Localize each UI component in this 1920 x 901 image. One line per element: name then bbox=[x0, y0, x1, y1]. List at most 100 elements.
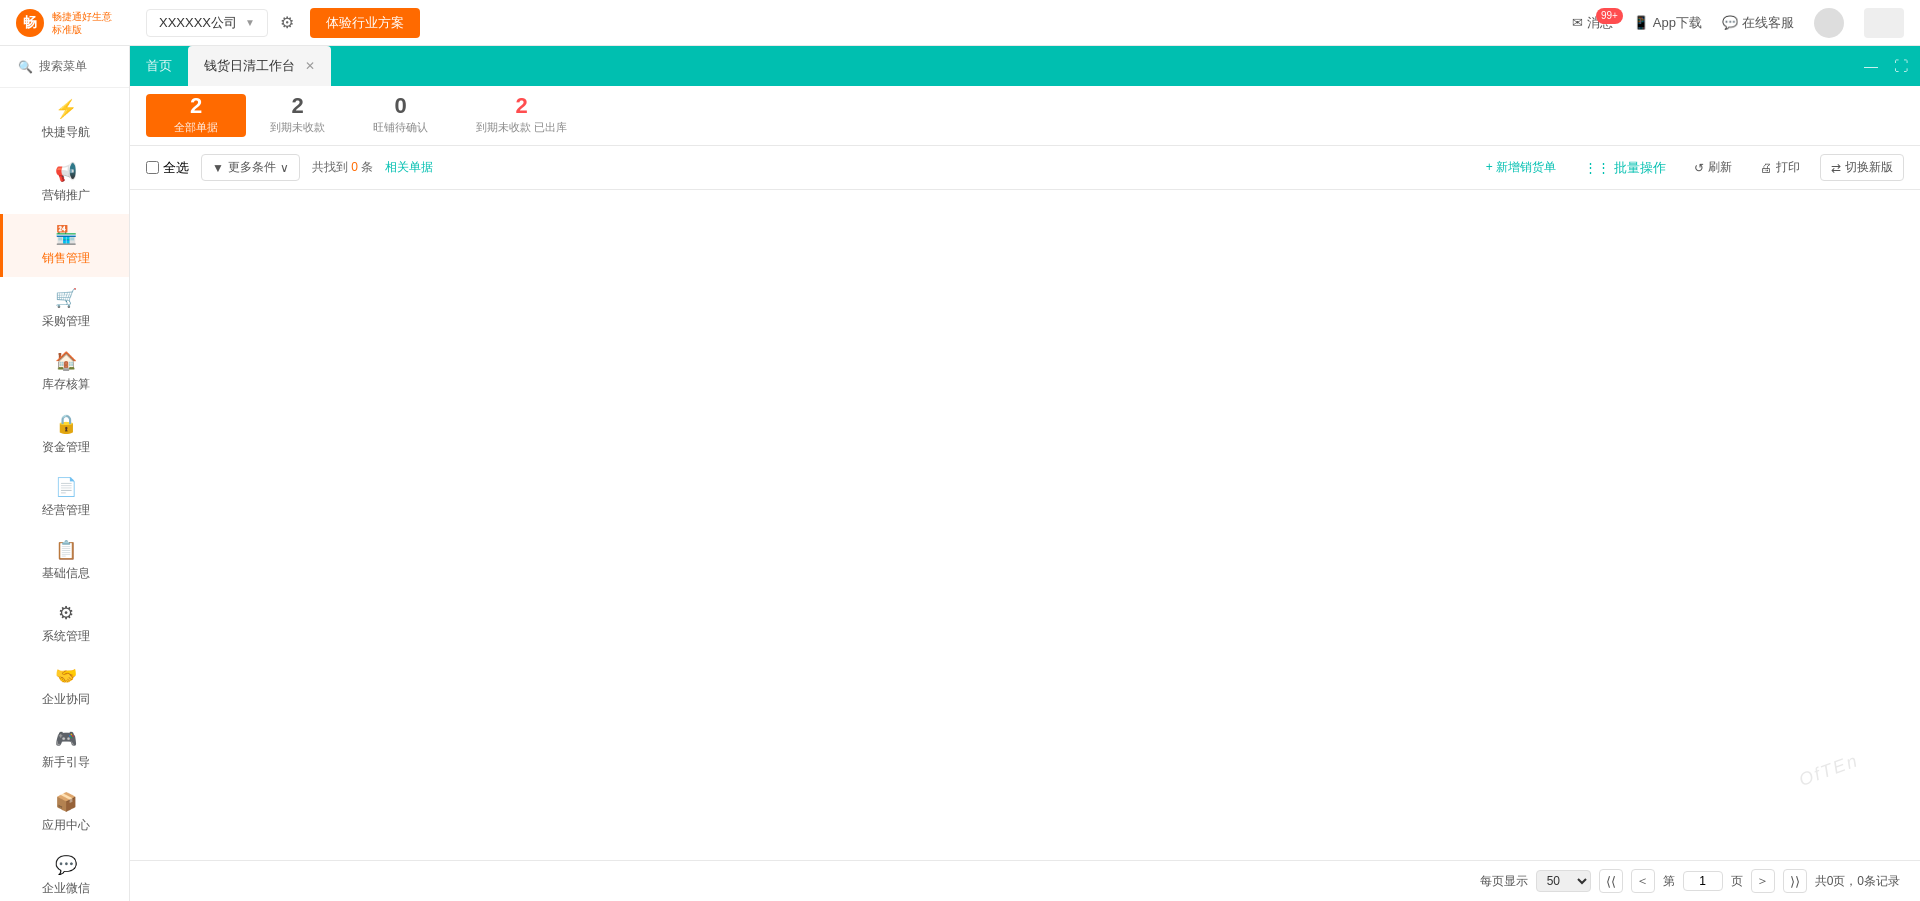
sidebar-item-wechat[interactable]: 💬 企业微信 bbox=[0, 844, 129, 901]
tab-expand-icon[interactable]: ⛶ bbox=[1890, 54, 1912, 78]
online-service-button[interactable]: 💬 在线客服 bbox=[1722, 14, 1794, 32]
print-icon: 🖨 bbox=[1760, 161, 1772, 175]
sidebar-label-finance: 资金管理 bbox=[42, 439, 90, 456]
stats-tabs: 2 全部单据 2 到期未收款 0 旺铺待确认 2 到期未收款 已出库 bbox=[130, 86, 1920, 146]
sidebar-label-system: 系统管理 bbox=[42, 628, 90, 645]
company-name: XXXXXX公司 bbox=[159, 14, 237, 32]
found-unit: 条 bbox=[361, 160, 373, 174]
switch-label: 切换新版 bbox=[1845, 159, 1893, 176]
found-count: 0 bbox=[351, 160, 358, 174]
sidebar-item-inventory[interactable]: 🏠 库存核算 bbox=[0, 340, 129, 403]
finance-icon: 🔒 bbox=[55, 413, 77, 435]
stat-tab-overdue-unpaid[interactable]: 2 到期未收款 bbox=[246, 86, 349, 145]
guide-icon: 🎮 bbox=[55, 728, 77, 750]
sidebar-item-guide[interactable]: 🎮 新手引导 bbox=[0, 718, 129, 781]
sidebar-label-wechat: 企业微信 bbox=[42, 880, 90, 897]
stat-tab-overdue-unshipped[interactable]: 2 到期未收款 已出库 bbox=[452, 86, 591, 145]
page-size-label: 每页显示 bbox=[1480, 873, 1528, 890]
refresh-label: 刷新 bbox=[1708, 159, 1732, 176]
batch-icon: ⋮⋮ bbox=[1584, 160, 1610, 175]
page-content: 2 全部单据 2 到期未收款 0 旺铺待确认 2 到期未收款 已出库 bbox=[130, 86, 1920, 901]
user-info[interactable] bbox=[1864, 8, 1904, 38]
filter-button[interactable]: ▼ 更多条件 ∨ bbox=[201, 154, 300, 181]
app-center-icon: 📦 bbox=[55, 791, 77, 813]
search-menu-button[interactable]: 🔍 搜索菜单 bbox=[10, 54, 119, 79]
batch-button[interactable]: ⋮⋮ 批量操作 bbox=[1576, 155, 1674, 181]
total-text: 共0页，0条记录 bbox=[1815, 873, 1900, 890]
refresh-button[interactable]: ↺ 刷新 bbox=[1686, 155, 1740, 180]
message-icon: ✉ bbox=[1572, 15, 1583, 30]
add-label: + 新增销货单 bbox=[1486, 159, 1556, 176]
prev-page-button[interactable]: ＜ bbox=[1631, 869, 1655, 893]
tab-minimize-icon[interactable]: — bbox=[1860, 54, 1882, 78]
wechat-icon: 💬 bbox=[55, 854, 77, 876]
content-area: 首页 钱货日清工作台 ✕ — ⛶ 2 全部单据 2 到期未 bbox=[130, 46, 1920, 901]
last-page-button[interactable]: ⟩⟩ bbox=[1783, 869, 1807, 893]
switch-icon: ⇄ bbox=[1831, 161, 1841, 175]
stat-tab-all[interactable]: 2 全部单据 bbox=[146, 94, 246, 137]
message-button[interactable]: ✉ 消息 99+ bbox=[1572, 14, 1613, 32]
pagination: 每页显示 50 20 100 ⟨⟨ ＜ 第 页 ＞ ⟩⟩ 共0页，0条记录 bbox=[130, 860, 1920, 901]
add-order-button[interactable]: + 新增销货单 bbox=[1478, 155, 1564, 180]
inventory-icon: 🏠 bbox=[55, 350, 77, 372]
first-page-button[interactable]: ⟨⟨ bbox=[1599, 869, 1623, 893]
header-right: ✉ 消息 99+ 📱 App下载 💬 在线客服 bbox=[1572, 8, 1904, 38]
sidebar-label-sales: 销售管理 bbox=[42, 250, 90, 267]
tab-actions: — ⛶ bbox=[1860, 54, 1920, 78]
sales-icon: 🏪 bbox=[55, 224, 77, 246]
purchase-icon: 🛒 bbox=[55, 287, 77, 309]
select-all-checkbox[interactable]: 全选 bbox=[146, 159, 189, 177]
filter-arrow-icon: ∨ bbox=[280, 161, 289, 175]
trial-button[interactable]: 体验行业方案 bbox=[310, 8, 420, 38]
table-area: OfTEn bbox=[130, 190, 1920, 860]
page-input[interactable] bbox=[1683, 871, 1723, 891]
tab-home[interactable]: 首页 bbox=[130, 46, 188, 86]
sidebar-label-marketing: 营销推广 bbox=[42, 187, 90, 204]
stat-wangpu-number: 0 bbox=[394, 95, 406, 117]
sidebar-item-app-center[interactable]: 📦 应用中心 bbox=[0, 781, 129, 844]
logo-area: 畅 畅捷通好生意 标准版 bbox=[16, 9, 146, 37]
stat-overdue-label: 到期未收款 bbox=[270, 120, 325, 135]
main-layout: 🔍 搜索菜单 ⚡ 快捷导航 📢 营销推广 🏪 销售管理 🛒 采购管理 🏠 库存核… bbox=[0, 46, 1920, 901]
related-link[interactable]: 相关单据 bbox=[385, 159, 433, 176]
sidebar-label-operations: 经营管理 bbox=[42, 502, 90, 519]
settings-icon[interactable]: ⚙ bbox=[280, 13, 294, 32]
avatar[interactable] bbox=[1814, 8, 1844, 38]
search-menu-label: 搜索菜单 bbox=[39, 58, 87, 75]
enterprise-icon: 🤝 bbox=[55, 665, 77, 687]
operations-icon: 📄 bbox=[55, 476, 77, 498]
app-download-button[interactable]: 📱 App下载 bbox=[1633, 14, 1702, 32]
tab-cash-daily[interactable]: 钱货日清工作台 ✕ bbox=[188, 46, 331, 86]
sidebar-item-sales[interactable]: 🏪 销售管理 bbox=[0, 214, 129, 277]
sidebar-item-operations[interactable]: 📄 经营管理 bbox=[0, 466, 129, 529]
filter-icon: ▼ bbox=[212, 161, 224, 175]
logo-text: 畅捷通好生意 标准版 bbox=[52, 10, 112, 36]
system-icon: ⚙ bbox=[58, 602, 74, 624]
message-badge: 99+ bbox=[1596, 8, 1623, 24]
company-selector[interactable]: XXXXXX公司 ▼ bbox=[146, 9, 268, 37]
logo-tag: 标准版 bbox=[52, 23, 112, 36]
found-prefix: 共找到 bbox=[312, 160, 348, 174]
refresh-icon: ↺ bbox=[1694, 161, 1704, 175]
sidebar-label-enterprise: 企业协同 bbox=[42, 691, 90, 708]
filter-label: 更多条件 bbox=[228, 159, 276, 176]
tab-close-icon[interactable]: ✕ bbox=[305, 59, 315, 73]
print-button[interactable]: 🖨 打印 bbox=[1752, 155, 1808, 180]
select-all-label: 全选 bbox=[163, 159, 189, 177]
next-page-button[interactable]: ＞ bbox=[1751, 869, 1775, 893]
sidebar-item-quick-nav[interactable]: ⚡ 快捷导航 bbox=[0, 88, 129, 151]
sidebar-item-system[interactable]: ⚙ 系统管理 bbox=[0, 592, 129, 655]
toolbar: 全选 ▼ 更多条件 ∨ 共找到 0 条 相关单据 + 新增销货单 bbox=[130, 146, 1920, 190]
sidebar-search-area: 🔍 搜索菜单 bbox=[0, 46, 129, 88]
page-size-select[interactable]: 50 20 100 bbox=[1536, 870, 1591, 892]
sidebar-item-enterprise[interactable]: 🤝 企业协同 bbox=[0, 655, 129, 718]
switch-version-button[interactable]: ⇄ 切换新版 bbox=[1820, 154, 1904, 181]
select-all-input[interactable] bbox=[146, 161, 159, 174]
sidebar-item-marketing[interactable]: 📢 营销推广 bbox=[0, 151, 129, 214]
batch-label: 批量操作 bbox=[1614, 159, 1666, 177]
stat-tab-wangpu-pending[interactable]: 0 旺铺待确认 bbox=[349, 86, 452, 145]
sidebar-item-purchase[interactable]: 🛒 采购管理 bbox=[0, 277, 129, 340]
company-arrow-icon: ▼ bbox=[245, 17, 255, 28]
sidebar-item-basic-info[interactable]: 📋 基础信息 bbox=[0, 529, 129, 592]
sidebar-item-finance[interactable]: 🔒 资金管理 bbox=[0, 403, 129, 466]
